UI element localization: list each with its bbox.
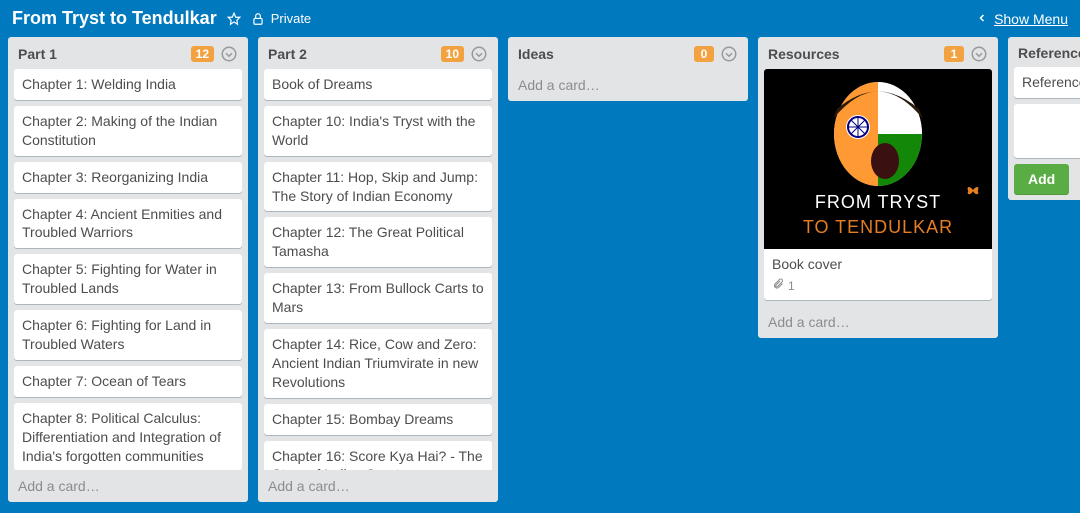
show-menu-button[interactable]: Show Menu xyxy=(976,11,1068,27)
chevron-down-icon xyxy=(220,45,238,63)
add-card-button[interactable]: Add a card… xyxy=(258,470,498,502)
list-menu-button[interactable] xyxy=(470,45,488,63)
card-title: Chapter 13: From Bullock Carts to Mars xyxy=(272,280,484,315)
star-button[interactable] xyxy=(227,12,241,26)
list-header: Resources 1 xyxy=(758,37,998,69)
card-title: Chapter 2: Making of the Indian Constitu… xyxy=(22,113,217,148)
card[interactable]: Chapter 7: Ocean of Tears xyxy=(14,366,242,397)
chevron-left-icon xyxy=(976,11,988,27)
list-menu-button[interactable] xyxy=(720,45,738,63)
card-count-badge: 0 xyxy=(694,46,714,62)
star-icon xyxy=(227,12,241,26)
add-card-button[interactable]: Add a card… xyxy=(508,69,748,101)
card-book-cover[interactable]: FROM TRYST TO TENDULKAR Book cover 1 xyxy=(764,69,992,300)
card-title: Chapter 5: Fighting for Water in Trouble… xyxy=(22,261,217,296)
card-title: Chapter 1: Welding India xyxy=(22,76,176,92)
card[interactable]: Book of Dreams xyxy=(264,69,492,100)
list-header: Part 1 12 xyxy=(8,37,248,69)
card[interactable]: Chapter 5: Fighting for Water in Trouble… xyxy=(14,254,242,304)
list-resources: Resources 1 xyxy=(758,37,998,338)
list-cards: Book of Dreams Chapter 10: India's Tryst… xyxy=(258,69,498,470)
card[interactable]: Chapter 2: Making of the Indian Constitu… xyxy=(14,106,242,156)
privacy-button[interactable]: Private xyxy=(251,11,311,26)
card[interactable]: Chapter 16: Score Kya Hai? - The Story o… xyxy=(264,441,492,470)
list-part2: Part 2 10 Book of Dreams Chapter 10: Ind… xyxy=(258,37,498,502)
board-title[interactable]: From Tryst to Tendulkar xyxy=(12,8,217,29)
card[interactable]: Chapter 10: India's Tryst with the World xyxy=(264,106,492,156)
list-cards: Chapter 1: Welding India Chapter 2: Maki… xyxy=(8,69,248,470)
composer-textarea[interactable] xyxy=(1014,104,1080,158)
card-title: Chapter 4: Ancient Enmities and Troubled… xyxy=(22,206,222,241)
card-title: Reference list xyxy=(1022,74,1080,90)
card-title: Chapter 7: Ocean of Tears xyxy=(22,373,186,389)
card-composer: Reference list Add xyxy=(1008,67,1080,200)
composer-add-button[interactable]: Add xyxy=(1014,164,1069,194)
card[interactable]: Chapter 3: Reorganizing India xyxy=(14,162,242,193)
card-count-badge: 10 xyxy=(441,46,464,62)
add-card-button[interactable]: Add a card… xyxy=(758,306,998,338)
list-header: Ideas 0 xyxy=(508,37,748,69)
board-header: From Tryst to Tendulkar Private Show Men… xyxy=(0,0,1080,37)
card[interactable]: Chapter 1: Welding India xyxy=(14,69,242,100)
attachment-icon xyxy=(772,278,784,294)
add-card-label: Add a card… xyxy=(518,77,600,93)
card[interactable]: Chapter 15: Bombay Dreams xyxy=(264,404,492,435)
card[interactable]: Chapter 13: From Bullock Carts to Mars xyxy=(264,273,492,323)
card-title: Chapter 15: Bombay Dreams xyxy=(272,411,453,427)
show-menu-label: Show Menu xyxy=(994,11,1068,27)
list-ideas: Ideas 0 Add a card… xyxy=(508,37,748,101)
list-name[interactable]: Part 1 xyxy=(18,46,185,62)
list-references: References Reference list Add xyxy=(1008,37,1080,200)
card[interactable]: Chapter 6: Fighting for Land in Troubled… xyxy=(14,310,242,360)
card[interactable]: Chapter 8: Political Calculus: Different… xyxy=(14,403,242,470)
card-count-badge: 1 xyxy=(944,46,964,62)
list-name[interactable]: Ideas xyxy=(518,46,688,62)
card[interactable]: Reference list xyxy=(1014,67,1080,98)
card-title: Book cover xyxy=(772,256,842,272)
card[interactable]: Chapter 14: Rice, Cow and Zero: Ancient … xyxy=(264,329,492,398)
card[interactable]: Chapter 11: Hop, Skip and Jump: The Stor… xyxy=(264,162,492,212)
card[interactable]: Chapter 12: The Great Political Tamasha xyxy=(264,217,492,267)
board-canvas: Part 1 12 Chapter 1: Welding India Chapt… xyxy=(0,37,1080,510)
add-card-label: Add a card… xyxy=(18,478,100,494)
list-part1: Part 1 12 Chapter 1: Welding India Chapt… xyxy=(8,37,248,502)
card-title: Chapter 16: Score Kya Hai? - The Story o… xyxy=(272,448,483,470)
card-title: Chapter 14: Rice, Cow and Zero: Ancient … xyxy=(272,336,478,390)
list-name[interactable]: Resources xyxy=(768,46,938,62)
card-title: Chapter 11: Hop, Skip and Jump: The Stor… xyxy=(272,169,478,204)
add-card-label: Add a card… xyxy=(768,314,850,330)
card-count-badge: 12 xyxy=(191,46,214,62)
add-button-label: Add xyxy=(1028,171,1055,187)
list-name[interactable]: References xyxy=(1018,45,1080,61)
chevron-down-icon xyxy=(970,45,988,63)
add-card-label: Add a card… xyxy=(268,478,350,494)
add-card-button[interactable]: Add a card… xyxy=(8,470,248,502)
list-menu-button[interactable] xyxy=(220,45,238,63)
card-title: Chapter 3: Reorganizing India xyxy=(22,169,208,185)
card-title: Chapter 12: The Great Political Tamasha xyxy=(272,224,464,259)
list-menu-button[interactable] xyxy=(970,45,988,63)
card-title: Chapter 6: Fighting for Land in Troubled… xyxy=(22,317,211,352)
chevron-down-icon xyxy=(720,45,738,63)
card-title: Chapter 10: India's Tryst with the World xyxy=(272,113,475,148)
cover-text-line2: TO TENDULKAR xyxy=(764,215,992,239)
list-header: Part 2 10 xyxy=(258,37,498,69)
list-cards: FROM TRYST TO TENDULKAR Book cover 1 xyxy=(758,69,998,306)
privacy-label: Private xyxy=(271,11,311,26)
attachment-count: 1 xyxy=(788,278,795,294)
card-title: Book of Dreams xyxy=(272,76,372,92)
lock-icon xyxy=(251,12,265,26)
list-name[interactable]: Part 2 xyxy=(268,46,435,62)
chevron-down-icon xyxy=(470,45,488,63)
card[interactable]: Chapter 4: Ancient Enmities and Troubled… xyxy=(14,199,242,249)
card-cover-image: FROM TRYST TO TENDULKAR xyxy=(764,69,992,249)
card-badges: 1 xyxy=(772,278,984,294)
cover-text-line1: FROM TRYST xyxy=(764,190,992,214)
list-header: References xyxy=(1008,37,1080,67)
card-title: Chapter 8: Political Calculus: Different… xyxy=(22,410,221,464)
